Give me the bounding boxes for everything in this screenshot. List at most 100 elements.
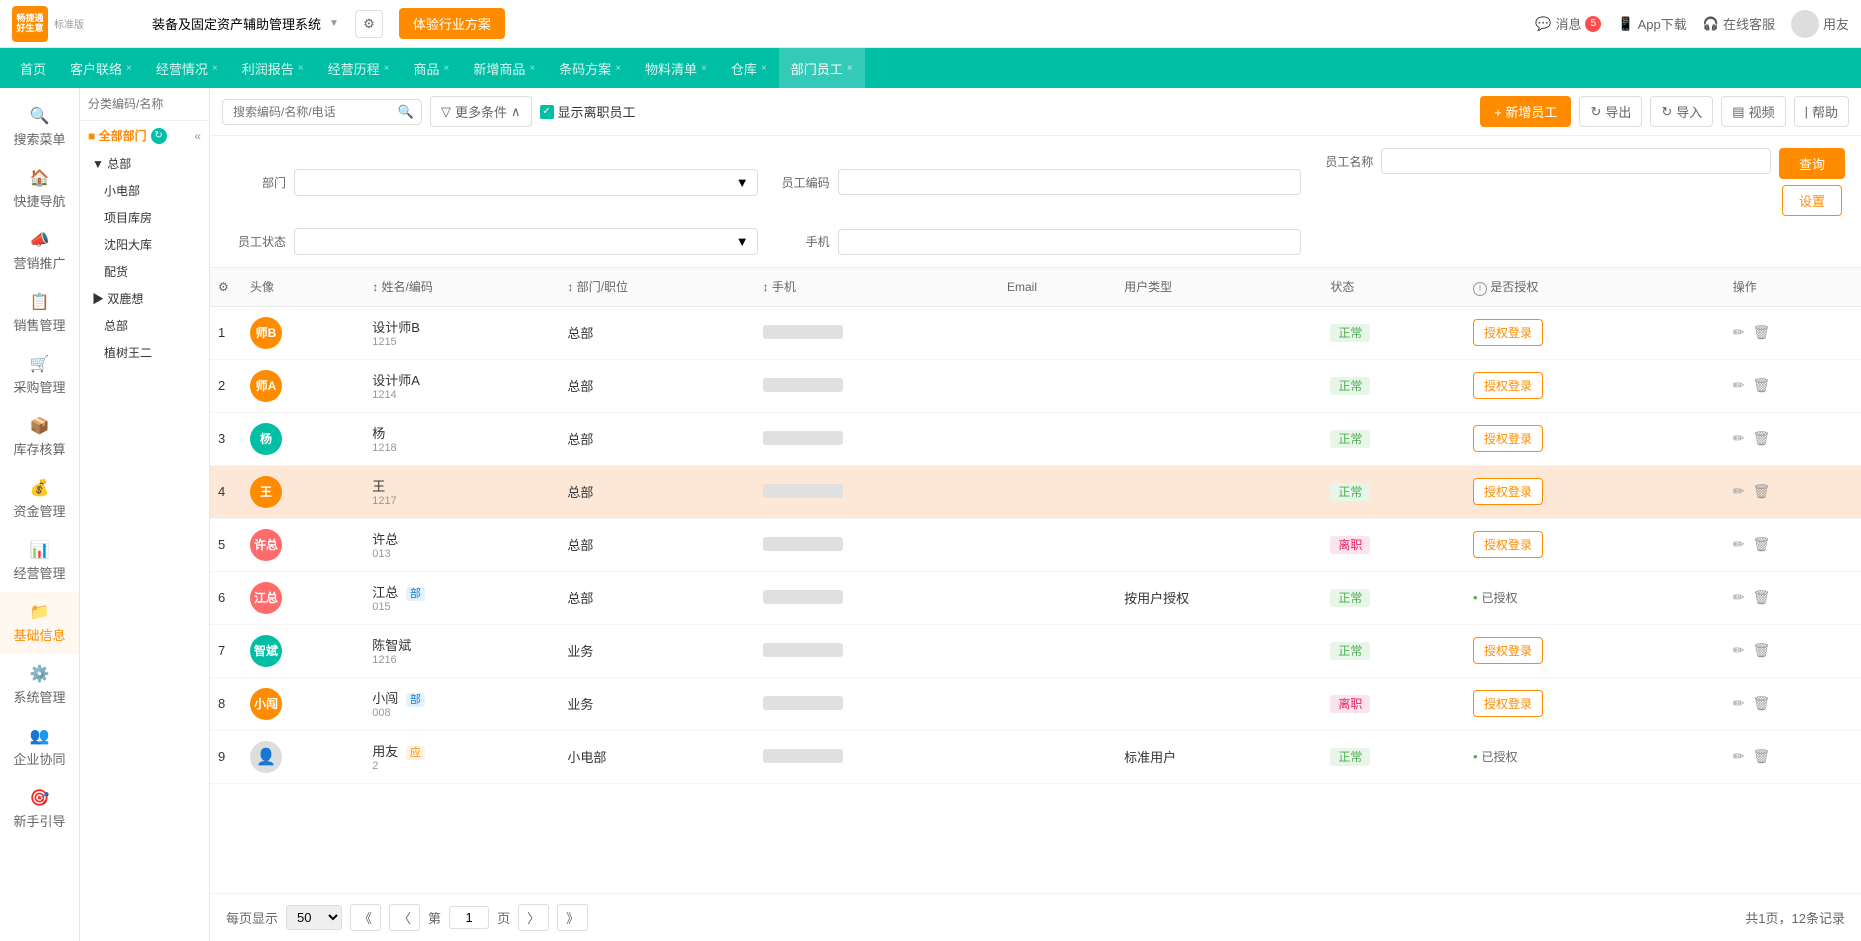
first-page-btn[interactable]: 《 [350,904,381,931]
phone-input[interactable] [838,229,1302,255]
table-row[interactable]: 6 江总 江总 部 015 总部 按用户授权 正常 •已授权 ✏ 🗑 [210,571,1861,624]
edit-button[interactable]: ✏ [1733,695,1745,712]
delete-button[interactable]: 🗑 [1752,642,1770,659]
th-name[interactable]: ↕ 姓名/编码 [364,268,559,306]
delete-button[interactable]: 🗑 [1752,589,1770,606]
emp-status-select[interactable]: ▼ [294,228,758,255]
left-nav-item-经营管理[interactable]: 📊 经营管理 [0,530,79,592]
left-nav-item-搜索菜单[interactable]: 🔍 搜索菜单 [0,96,79,158]
left-nav-item-营销推广[interactable]: 📣 营销推广 [0,220,79,282]
th-dept[interactable]: ↕ 部门/职位 [559,268,754,306]
delete-button[interactable]: 🗑 [1752,483,1770,500]
table-row[interactable]: 3 杨 杨 1218 总部 正常 授权登录 ✏ 🗑 [210,412,1861,465]
nav-tab-客户联络[interactable]: 客户联络 × [58,48,144,88]
delete-button[interactable]: 🗑 [1752,430,1770,447]
user-menu[interactable]: 用友 [1791,10,1849,38]
nav-tab-首页[interactable]: 首页 [8,48,58,88]
page-number-input[interactable] [449,906,489,929]
sidebar-item-小电部[interactable]: 小电部 [80,177,209,204]
table-row[interactable]: 5 许总 许总 013 总部 离职 授权登录 ✏ 🗑 [210,518,1861,571]
edit-button[interactable]: ✏ [1733,430,1745,447]
delete-button[interactable]: 🗑 [1752,536,1770,553]
nav-tab-经营情况[interactable]: 经营情况 × [144,48,230,88]
nav-tab-物料清单[interactable]: 物料清单 × [633,48,719,88]
view-button[interactable]: ▤ 视频 [1721,96,1785,127]
table-row[interactable]: 7 智斌 陈智斌 1216 业务 正常 授权登录 ✏ 🗑 [210,624,1861,677]
sidebar-item-双鹿想[interactable]: ▶ 双鹿想 [80,285,209,312]
emp-code-input[interactable] [838,169,1302,195]
left-nav-item-资金管理[interactable]: 💰 资金管理 [0,468,79,530]
delete-button[interactable]: 🗑 [1752,748,1770,765]
show-dimission-checkbox[interactable]: ✓ [540,105,554,119]
import-button[interactable]: ↻ 导入 [1650,96,1713,127]
left-nav-item-库存核算[interactable]: 📦 库存核算 [0,406,79,468]
edit-button[interactable]: ✏ [1733,377,1745,394]
nav-tab-close[interactable]: × [761,63,767,74]
prev-page-btn[interactable]: 〈 [389,904,420,931]
sidebar-item-植树王二[interactable]: 植树王二 [80,339,209,366]
app-download-button[interactable]: 📱 App下载 [1617,14,1686,33]
export-button[interactable]: ↻ 导出 [1579,96,1642,127]
table-row[interactable]: 1 师B 设计师B 1215 总部 正常 授权登录 ✏ 🗑 [210,306,1861,359]
edit-button[interactable]: ✏ [1733,589,1745,606]
table-row[interactable]: 8 小闯 小闯 部 008 业务 离职 授权登录 ✏ 🗑 [210,677,1861,730]
nav-tab-close[interactable]: × [847,63,853,74]
edit-button[interactable]: ✏ [1733,536,1745,553]
left-nav-item-基础信息[interactable]: 📁 基础信息 [0,592,79,654]
th-settings[interactable]: ⚙ [210,268,242,306]
sidebar-search-input[interactable] [88,97,210,111]
auth-login-btn[interactable]: 授权登录 [1473,425,1543,452]
message-button[interactable]: 💬 消息 5 [1535,14,1601,33]
auth-login-btn[interactable]: 授权登录 [1473,372,1543,399]
sidebar-item-总部[interactable]: ▼ 总部 [80,150,209,177]
refresh-icon[interactable]: ↻ [151,128,167,144]
next-page-btn[interactable]: 〉 [518,904,549,931]
last-page-btn[interactable]: 》 [557,904,588,931]
delete-button[interactable]: 🗑 [1752,324,1770,341]
edit-button[interactable]: ✏ [1733,483,1745,500]
edit-button[interactable]: ✏ [1733,324,1745,341]
system-dropdown-arrow[interactable]: ▼ [329,18,339,29]
auth-login-btn[interactable]: 授权登录 [1473,319,1543,346]
left-nav-item-企业协同[interactable]: 👥 企业协同 [0,716,79,778]
nav-tab-商品[interactable]: 商品 × [401,48,461,88]
nav-tab-仓库[interactable]: 仓库 × [719,48,779,88]
query-button[interactable]: 查询 [1779,148,1845,179]
gear-button[interactable]: ⚙ [355,10,383,38]
nav-tab-经营历程[interactable]: 经营历程 × [316,48,402,88]
table-row[interactable]: 2 师A 设计师A 1214 总部 正常 授权登录 ✏ 🗑 [210,359,1861,412]
left-nav-item-系统管理[interactable]: ⚙️ 系统管理 [0,654,79,716]
nav-tab-新增商品[interactable]: 新增商品 × [461,48,547,88]
table-row[interactable]: 9 👤 用友 应 2 小电部 标准用户 正常 •已授权 ✏ 🗑 [210,730,1861,783]
sidebar-item-总部[interactable]: 总部 [80,312,209,339]
online-service-button[interactable]: 🎧 在线客服 [1703,14,1775,33]
left-nav-item-新手引导[interactable]: 🎯 新手引导 [0,778,79,840]
auth-info-icon[interactable]: i [1473,282,1487,296]
emp-name-input[interactable] [1381,148,1771,174]
auth-login-btn[interactable]: 授权登录 [1473,690,1543,717]
nav-tab-close[interactable]: × [529,63,535,74]
delete-button[interactable]: 🗑 [1752,695,1770,712]
edit-button[interactable]: ✏ [1733,748,1745,765]
nav-tab-close[interactable]: × [212,63,218,74]
add-employee-button[interactable]: + 新增员工 [1480,96,1571,127]
nav-tab-close[interactable]: × [615,63,621,74]
sidebar-item-沈阳大库[interactable]: 沈阳大库 [80,231,209,258]
nav-tab-close[interactable]: × [443,63,449,74]
edit-button[interactable]: ✏ [1733,642,1745,659]
left-nav-item-快捷导航[interactable]: 🏠 快捷导航 [0,158,79,220]
auth-login-btn[interactable]: 授权登录 [1473,478,1543,505]
experience-button[interactable]: 体验行业方案 [399,8,505,39]
th-phone[interactable]: ↕ 手机 [755,268,999,306]
table-row[interactable]: 4 王 王 1217 总部 正常 授权登录 ✏ 🗑 [210,465,1861,518]
search-input[interactable] [222,99,422,125]
per-page-select[interactable]: 50 100 [286,905,342,930]
more-conditions-btn[interactable]: ▽ 更多条件 ∧ [430,96,532,127]
show-dimission-toggle[interactable]: ✓ 显示离职员工 [540,102,636,121]
nav-tab-利润报告[interactable]: 利润报告 × [230,48,316,88]
nav-tab-条码方案[interactable]: 条码方案 × [547,48,633,88]
auth-login-btn[interactable]: 授权登录 [1473,637,1543,664]
help-button[interactable]: | 帮助 [1794,96,1849,127]
all-departments-item[interactable]: ■ 全部部门 ↻ « [80,121,209,150]
sidebar-item-项目库房[interactable]: 项目库房 [80,204,209,231]
